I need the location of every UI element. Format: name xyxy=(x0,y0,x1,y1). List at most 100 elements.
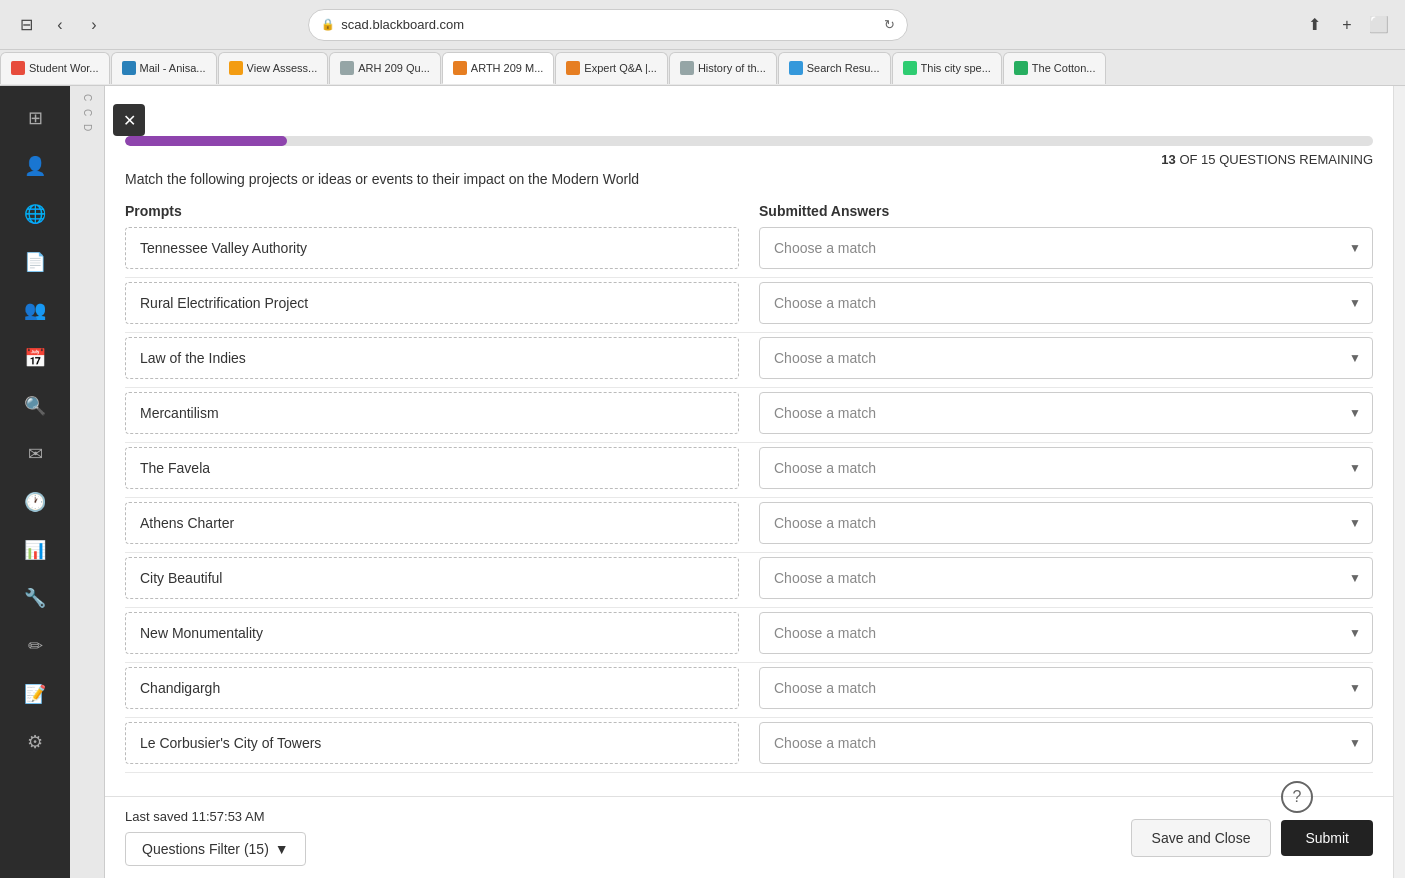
back-btn[interactable]: ‹ xyxy=(46,11,74,39)
row-divider-4 xyxy=(125,442,1373,443)
answer-select-4[interactable]: Choose a match xyxy=(759,392,1373,434)
sidebar-icon-edit[interactable]: ✏ xyxy=(15,626,55,666)
answer-select-wrapper-2: Choose a match xyxy=(759,282,1373,324)
answer-cell-4: Choose a match xyxy=(759,392,1373,434)
reload-icon[interactable]: ↻ xyxy=(884,17,895,32)
tab-label-expert: Expert Q&A |... xyxy=(584,62,657,74)
prompt-cell-5: The Favela xyxy=(125,447,739,489)
match-row-wrapper-8: New Monumentality Choose a match xyxy=(125,612,1373,663)
browser-tab-history[interactable]: History of th... xyxy=(669,52,777,84)
windows-btn[interactable]: ⬜ xyxy=(1365,11,1393,39)
answer-select-3[interactable]: Choose a match xyxy=(759,337,1373,379)
answer-select-wrapper-8: Choose a match xyxy=(759,612,1373,654)
save-close-button[interactable]: Save and Close xyxy=(1131,819,1272,857)
submit-button[interactable]: Submit xyxy=(1281,820,1373,856)
browser-tab-arh[interactable]: ARH 209 Qu... xyxy=(329,52,441,84)
prompt-box-6: Athens Charter xyxy=(125,502,739,544)
sidebar-icon-people[interactable]: 👥 xyxy=(15,290,55,330)
address-bar[interactable]: 🔒 scad.blackboard.com ↻ xyxy=(308,9,908,41)
sidebar-icon-mail[interactable]: ✉ xyxy=(15,434,55,474)
progress-bar-container xyxy=(125,136,1373,146)
match-row-10: Le Corbusier's City of Towers Choose a ma… xyxy=(125,722,1373,764)
tab-label-cotton: The Cotton... xyxy=(1032,62,1096,74)
sidebar-icon-tool[interactable]: 🔧 xyxy=(15,578,55,618)
tab-label-mail: Mail - Anisa... xyxy=(140,62,206,74)
lock-icon: 🔒 xyxy=(321,18,335,31)
sidebar-icon-settings[interactable]: ⚙ xyxy=(15,722,55,762)
questions-remaining-label: OF 15 QUESTIONS REMAINING xyxy=(1179,152,1373,167)
prompt-cell-9: Chandigargh xyxy=(125,667,739,709)
sidebar-icon-calendar[interactable]: 📅 xyxy=(15,338,55,378)
answer-select-10[interactable]: Choose a match xyxy=(759,722,1373,764)
answer-select-wrapper-5: Choose a match xyxy=(759,447,1373,489)
side-panel: C C D xyxy=(70,86,105,878)
scrollbar-track[interactable] xyxy=(1393,86,1405,878)
close-button[interactable]: ✕ xyxy=(113,104,145,136)
answer-cell-5: Choose a match xyxy=(759,447,1373,489)
browser-tab-city[interactable]: This city spe... xyxy=(892,52,1002,84)
questions-filter-button[interactable]: Questions Filter (15) ▼ xyxy=(125,832,306,866)
sidebar-icon-clock[interactable]: 🕐 xyxy=(15,482,55,522)
browser-tab-mail[interactable]: Mail - Anisa... xyxy=(111,52,217,84)
sidebar-icon-person[interactable]: 👤 xyxy=(15,146,55,186)
share-btn[interactable]: ⬆ xyxy=(1301,11,1329,39)
browser-tab-view[interactable]: View Assess... xyxy=(218,52,329,84)
prompt-cell-8: New Monumentality xyxy=(125,612,739,654)
answer-cell-8: Choose a match xyxy=(759,612,1373,654)
sidebar-icon-grid[interactable]: ⊞ xyxy=(15,98,55,138)
answer-select-9[interactable]: Choose a match xyxy=(759,667,1373,709)
sidebar-icon-document[interactable]: 📄 xyxy=(15,242,55,282)
sidebar: ⊞ 👤 🌐 📄 👥 📅 🔍 ✉ 🕐 📊 🔧 ✏ 📝 ⚙ xyxy=(0,86,70,878)
row-divider-7 xyxy=(125,607,1373,608)
prompt-box-4: Mercantilism xyxy=(125,392,739,434)
help-icon[interactable]: ? xyxy=(1281,781,1313,813)
match-row-wrapper-3: Law of the IndiesChoose a match xyxy=(125,337,1373,388)
footer-left: Last saved 11:57:53 AM Questions Filter … xyxy=(125,809,306,866)
match-row-wrapper-6: Athens Charter Choose a match xyxy=(125,502,1373,553)
new-tab-btn[interactable]: + xyxy=(1333,11,1361,39)
filter-chevron-icon: ▼ xyxy=(275,841,289,857)
prompt-cell-2: Rural Electrification Project xyxy=(125,282,739,324)
answers-header: Submitted Answers xyxy=(759,203,1373,219)
url-text: scad.blackboard.com xyxy=(341,17,878,32)
match-row-9: Chandigargh Choose a match xyxy=(125,667,1373,709)
answer-select-2[interactable]: Choose a match xyxy=(759,282,1373,324)
sidebar-icon-search-sidebar[interactable]: 🔍 xyxy=(15,386,55,426)
browser-tab-expert[interactable]: Expert Q&A |... xyxy=(555,52,668,84)
prompt-cell-10: Le Corbusier's City of Towers xyxy=(125,722,739,764)
match-row-wrapper-4: Mercantilism Choose a match xyxy=(125,392,1373,443)
row-divider-1 xyxy=(125,277,1373,278)
sidebar-toggle-btn[interactable]: ⊟ xyxy=(12,11,40,39)
answer-cell-9: Choose a match xyxy=(759,667,1373,709)
sidebar-icon-report[interactable]: 📊 xyxy=(15,530,55,570)
content-area: C C D ✕ 13 OF 15 QUESTIONS REMAINING xyxy=(70,86,1405,878)
answer-cell-6: Choose a match xyxy=(759,502,1373,544)
answer-select-5[interactable]: Choose a match xyxy=(759,447,1373,489)
prompt-box-8: New Monumentality xyxy=(125,612,739,654)
sidebar-icon-doc2[interactable]: 📝 xyxy=(15,674,55,714)
browser-tab-search[interactable]: Search Resu... xyxy=(778,52,891,84)
answer-select-6[interactable]: Choose a match xyxy=(759,502,1373,544)
row-divider-9 xyxy=(125,717,1373,718)
browser-tab-cotton[interactable]: The Cotton... xyxy=(1003,52,1107,84)
match-row-wrapper-1: Tennessee Valley AuthorityChoose a match xyxy=(125,227,1373,278)
browser-tab-student[interactable]: Student Wor... xyxy=(0,52,110,84)
forward-btn[interactable]: › xyxy=(80,11,108,39)
answer-select-wrapper-7: Choose a match xyxy=(759,557,1373,599)
row-divider-5 xyxy=(125,497,1373,498)
prompts-header: Prompts xyxy=(125,203,739,219)
tab-label-arth: ARTH 209 M... xyxy=(471,62,544,74)
answer-select-1[interactable]: Choose a match xyxy=(759,227,1373,269)
match-row-wrapper-5: The Favela Choose a match xyxy=(125,447,1373,498)
answer-cell-2: Choose a match xyxy=(759,282,1373,324)
answer-select-8[interactable]: Choose a match xyxy=(759,612,1373,654)
answer-select-wrapper-10: Choose a match xyxy=(759,722,1373,764)
tab-label-view: View Assess... xyxy=(247,62,318,74)
match-row-wrapper-7: City BeautifulChoose a match xyxy=(125,557,1373,608)
sidebar-icon-globe[interactable]: 🌐 xyxy=(15,194,55,234)
tab-bar: Student Wor... Mail - Anisa... View Assess… xyxy=(0,50,1405,86)
answer-select-7[interactable]: Choose a match xyxy=(759,557,1373,599)
match-row-2: Rural Electrification Project Choose a ma… xyxy=(125,282,1373,324)
browser-tab-arth[interactable]: ARTH 209 M... xyxy=(442,52,555,84)
browser-controls: ⊟ ‹ › xyxy=(12,11,108,39)
